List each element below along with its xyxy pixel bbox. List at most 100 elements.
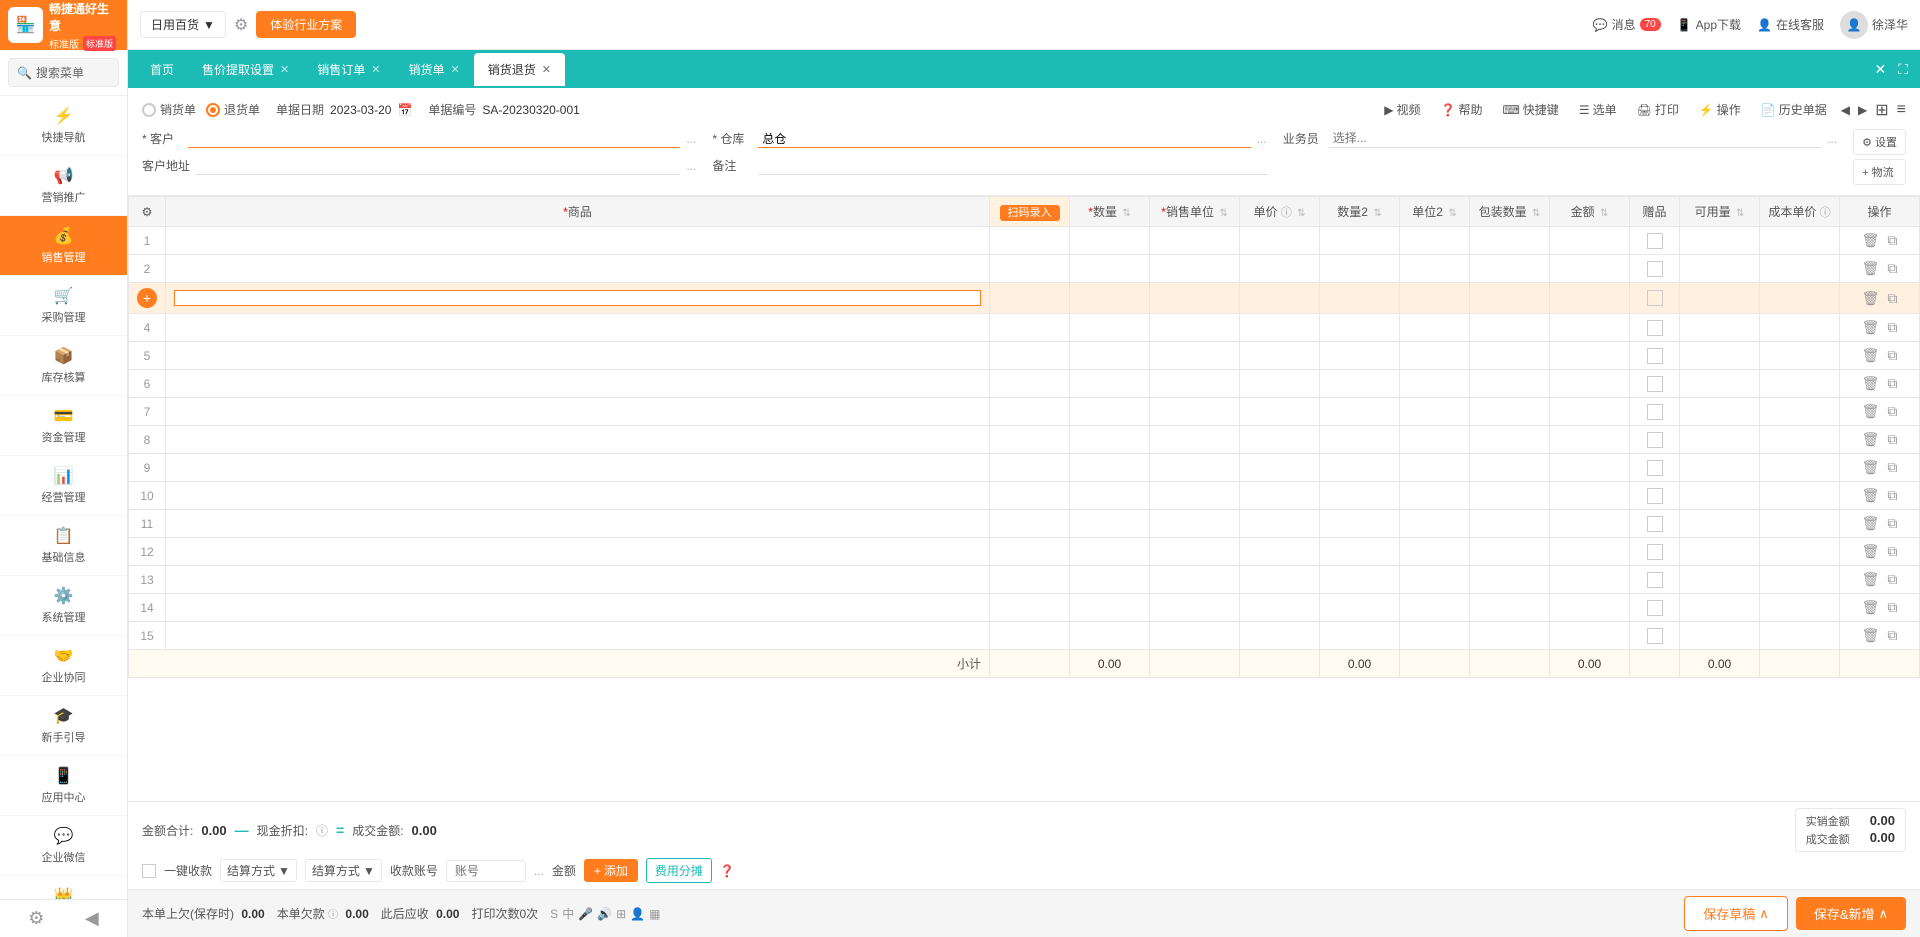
pack-qty-cell[interactable]: [1470, 370, 1550, 398]
product-cell[interactable]: [166, 255, 990, 283]
delete-row-btn[interactable]: 🗑: [1858, 317, 1884, 337]
quantity2-cell[interactable]: [1320, 566, 1400, 594]
amount-cell[interactable]: [1550, 398, 1630, 426]
copy-row-btn[interactable]: ⧉: [1883, 541, 1901, 561]
sales-unit-cell[interactable]: [1150, 622, 1240, 650]
unit2-cell[interactable]: [1400, 510, 1470, 538]
unit-price-cell[interactable]: [1240, 227, 1320, 255]
sidebar-item-app-center[interactable]: 📱 应用中心: [0, 756, 127, 816]
gift-checkbox[interactable]: [1647, 460, 1663, 476]
pack-qty-cell[interactable]: [1470, 594, 1550, 622]
unit-price-cell[interactable]: [1240, 370, 1320, 398]
pack-qty-cell[interactable]: [1470, 566, 1550, 594]
gift-cell[interactable]: [1630, 255, 1680, 283]
gift-checkbox[interactable]: [1647, 348, 1663, 364]
quantity-cell[interactable]: [1070, 566, 1150, 594]
prev-record-btn[interactable]: ◀: [1841, 103, 1850, 117]
tab-home[interactable]: 首页: [136, 53, 188, 86]
copy-row-btn[interactable]: ⧉: [1883, 485, 1901, 505]
customer-input[interactable]: [188, 129, 680, 148]
amount-cell[interactable]: [1550, 566, 1630, 594]
col-scan[interactable]: 扫码录入: [990, 197, 1070, 227]
user-menu-btn[interactable]: 👤 徐泽华: [1840, 11, 1908, 39]
gift-checkbox[interactable]: [1647, 290, 1663, 306]
history-btn[interactable]: 📄 历史单据: [1755, 98, 1833, 121]
quantity2-cell[interactable]: [1320, 594, 1400, 622]
copy-row-btn[interactable]: ⧉: [1883, 401, 1901, 421]
save-draft-btn[interactable]: 保存草稿 ∧: [1684, 896, 1788, 931]
sidebar-collapse-btn[interactable]: ◀: [85, 908, 99, 929]
unit2-cell[interactable]: [1400, 454, 1470, 482]
gift-cell[interactable]: [1630, 566, 1680, 594]
tab-close-sales-price[interactable]: ✕: [280, 63, 289, 76]
unit-price-cell[interactable]: [1240, 398, 1320, 426]
operations-btn[interactable]: ⚡ 操作: [1693, 98, 1747, 121]
copy-row-btn[interactable]: ⧉: [1883, 258, 1901, 278]
amount-cell[interactable]: [1550, 482, 1630, 510]
delete-row-btn[interactable]: 🗑: [1858, 373, 1884, 393]
sales-unit-cell[interactable]: [1150, 594, 1240, 622]
gift-cell[interactable]: [1630, 398, 1680, 426]
sidebar-settings-btn[interactable]: ⚙: [28, 908, 44, 929]
amount-cell[interactable]: [1550, 594, 1630, 622]
sales-unit-cell[interactable]: [1150, 283, 1240, 314]
unit-price-cell[interactable]: [1240, 566, 1320, 594]
product-cell[interactable]: [166, 594, 990, 622]
list-view-btn[interactable]: ≡: [1897, 101, 1906, 119]
amount-cell[interactable]: [1550, 255, 1630, 283]
unit2-cell[interactable]: [1400, 426, 1470, 454]
tab-sales-price[interactable]: 售价提取设置 ✕: [188, 53, 303, 86]
next-record-btn[interactable]: ▶: [1858, 103, 1867, 117]
unit-price-cell[interactable]: [1240, 622, 1320, 650]
help-btn[interactable]: ❓ 帮助: [1435, 98, 1489, 121]
gift-cell[interactable]: [1630, 594, 1680, 622]
pack-qty-cell[interactable]: [1470, 314, 1550, 342]
gift-cell[interactable]: [1630, 510, 1680, 538]
unit-price-cell[interactable]: [1240, 426, 1320, 454]
unit-price-cell[interactable]: [1240, 314, 1320, 342]
search-menu-button[interactable]: 🔍 搜索菜单: [8, 58, 119, 87]
print-btn[interactable]: 🖨 打印: [1631, 98, 1685, 121]
copy-row-btn[interactable]: ⧉: [1883, 345, 1901, 365]
sales-unit-cell[interactable]: [1150, 398, 1240, 426]
app-download-btn[interactable]: 📱 App下载: [1677, 16, 1741, 33]
copy-row-btn[interactable]: ⧉: [1883, 513, 1901, 533]
note-input[interactable]: [758, 156, 1266, 175]
quantity-cell[interactable]: [1070, 622, 1150, 650]
quantity-cell[interactable]: [1070, 594, 1150, 622]
quantity-cell[interactable]: [1070, 314, 1150, 342]
logistics-side-btn[interactable]: + 物流: [1853, 159, 1906, 185]
unit2-cell[interactable]: [1400, 622, 1470, 650]
sales-unit-cell[interactable]: [1150, 370, 1240, 398]
quantity-cell[interactable]: [1070, 482, 1150, 510]
unit-price-cell[interactable]: [1240, 594, 1320, 622]
delete-row-btn[interactable]: 🗑: [1858, 513, 1884, 533]
one-click-pay-checkbox[interactable]: [142, 864, 156, 878]
unit2-cell[interactable]: [1400, 255, 1470, 283]
sales-unit-cell[interactable]: [1150, 342, 1240, 370]
amount-cell[interactable]: [1550, 342, 1630, 370]
pack-qty-cell[interactable]: [1470, 342, 1550, 370]
gift-checkbox[interactable]: [1647, 600, 1663, 616]
unit2-cell[interactable]: [1400, 538, 1470, 566]
salesperson-select-dots[interactable]: ...: [1827, 132, 1837, 146]
product-cell[interactable]: [166, 426, 990, 454]
radio-return[interactable]: 退货单: [206, 101, 260, 118]
sales-unit-cell[interactable]: [1150, 426, 1240, 454]
gift-checkbox[interactable]: [1647, 488, 1663, 504]
delete-row-btn[interactable]: 🗑: [1858, 541, 1884, 561]
sidebar-item-system-mgmt[interactable]: ⚙️ 系统管理: [0, 576, 127, 636]
pack-qty-cell[interactable]: [1470, 426, 1550, 454]
gift-cell[interactable]: [1630, 283, 1680, 314]
copy-row-btn[interactable]: ⧉: [1883, 597, 1901, 617]
quantity-cell[interactable]: [1070, 370, 1150, 398]
delete-row-btn[interactable]: 🗑: [1858, 230, 1884, 250]
pack-qty-cell[interactable]: [1470, 283, 1550, 314]
sidebar-item-inventory[interactable]: 📦 库存核算: [0, 336, 127, 396]
sidebar-item-operations[interactable]: 📊 经营管理: [0, 456, 127, 516]
warehouse-select-dots[interactable]: ...: [1257, 132, 1267, 146]
quantity2-cell[interactable]: [1320, 314, 1400, 342]
tab-sales-return[interactable]: 销货退货 ✕: [474, 53, 565, 86]
quantity2-cell[interactable]: [1320, 454, 1400, 482]
sidebar-item-member[interactable]: 👑 畅会员: [0, 876, 127, 899]
